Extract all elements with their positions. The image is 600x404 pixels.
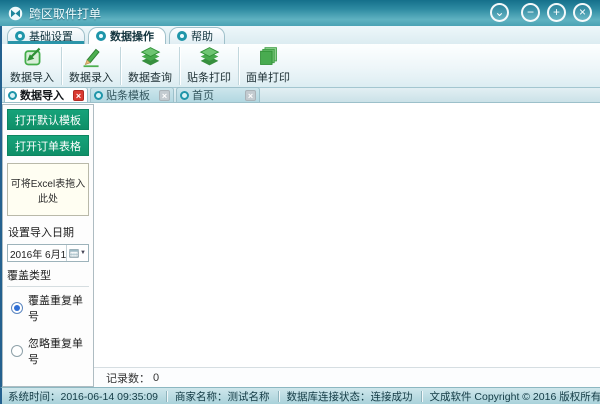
status-db-connection: 数据库连接状态：连接成功 [286,390,413,403]
tab-dot-icon [15,31,25,41]
record-count-label: 记录数： [106,372,150,385]
import-panel: 打开默认模板 打开订单表格 可将Excel表拖入此处 设置导入日期 2016年 … [2,104,94,404]
tab-dot-icon [96,31,106,41]
open-default-template-button[interactable]: 打开默认模板 [7,109,89,130]
tab-dot-icon [94,90,103,100]
pages-icon [259,46,277,65]
statusbar-separator [166,390,167,402]
toolbar-label: 数据录入 [69,71,113,84]
doc-tab-label-template[interactable]: 贴条模板 × [90,87,174,102]
toolbar-button-data-import[interactable]: 数据导入 [4,45,60,87]
toolbar-separator [179,46,180,85]
toolbar-separator [238,46,239,85]
toolbar-label: 面单打印 [246,71,290,84]
titlebar: 跨区取件打单 ⌄ − + × [0,0,600,26]
import-icon [24,47,40,65]
window-title: 跨区取件打单 [29,6,102,21]
app-window: 跨区取件打单 ⌄ − + × 基础设置 数据操作 帮助 数据导入 数据录入 数据… [0,0,600,404]
tab-label: 数据操作 [110,31,154,43]
toolbar-button-data-entry[interactable]: 数据录入 [63,45,119,87]
radio-label: 覆盖重复单号 [28,295,83,323]
doc-tab-home[interactable]: 首页 × [176,87,260,102]
toolbar-label: 数据查询 [128,71,172,84]
import-date-picker[interactable]: 2016年 6月14日 ▼ [7,244,89,262]
radio-label: 忽略重复单号 [28,338,83,366]
status-system-time: 系统时间：2016-06-14 09:35:09 [8,390,158,403]
main-area: 记录数： 0 [94,103,600,387]
close-icon[interactable]: × [159,89,170,101]
tab-basic-settings[interactable]: 基础设置 [7,27,85,44]
app-logo-icon [8,6,23,20]
radio-ignore-duplicates[interactable]: 忽略重复单号 [11,335,89,367]
window-frame: 基础设置 数据操作 帮助 数据导入 数据录入 数据查询 贴条打印 面单打印 数据… [0,26,600,404]
tab-dot-icon [8,90,17,100]
overwrite-type-label: 覆盖类型 [7,267,89,287]
layers-icon [199,46,219,65]
chevron-down-icon: ▼ [80,250,86,256]
layers-icon [140,46,160,65]
statusbar-separator [277,390,279,402]
radio-selected-icon[interactable] [11,302,23,314]
overwrite-type-group: 覆盖类型 覆盖重复单号 忽略重复单号 [7,267,89,378]
status-merchant-name: 商家名称：测试名称 [175,390,270,403]
maximize-button[interactable]: + [547,3,566,22]
date-value: 2016年 6月14日 [10,249,67,261]
toolbar-separator [61,46,62,85]
close-icon[interactable]: × [245,89,256,101]
minimize-icon: − [526,5,534,19]
toolbar-button-waybill-print[interactable]: 面单打印 [240,45,296,87]
record-count-bar: 记录数： 0 [94,367,600,387]
toolbar: 数据导入 数据录入 数据查询 贴条打印 面单打印 [2,44,600,88]
tab-label: 基础设置 [29,31,73,43]
status-copyright: 文成软件 Copyright © 2016 版权所有 [429,390,600,403]
toolbar-button-data-query[interactable]: 数据查询 [122,45,178,87]
tab-dot-icon [177,31,187,41]
content-area: 打开默认模板 打开订单表格 可将Excel表拖入此处 设置导入日期 2016年 … [2,103,600,404]
close-button[interactable]: × [573,3,592,22]
tab-data-operations[interactable]: 数据操作 [88,27,166,44]
doc-tab-label: 贴条模板 [106,90,150,102]
statusbar-separator [420,390,422,402]
chevron-down-icon: ⌄ [494,5,505,19]
close-icon: × [578,5,586,19]
doc-tab-label: 首页 [192,90,214,102]
toolbar-label: 数据导入 [10,71,54,84]
tab-help[interactable]: 帮助 [169,27,225,44]
radio-overwrite-duplicates[interactable]: 覆盖重复单号 [11,292,89,324]
minimize-button[interactable]: − [521,3,540,22]
calendar-icon [69,249,79,258]
excel-drop-zone[interactable]: 可将Excel表拖入此处 [7,163,89,216]
tab-label: 帮助 [191,31,213,43]
window-controls: ⌄ − + × [490,3,592,22]
pencil-icon [83,48,100,67]
toolbar-label: 贴条打印 [187,71,231,84]
record-count-value: 0 [153,371,160,384]
open-order-sheet-button[interactable]: 打开订单表格 [7,135,89,156]
statusbar: 系统时间：2016-06-14 09:35:09 商家名称：测试名称 数据库连接… [0,387,600,404]
collapse-ribbon-button[interactable]: ⌄ [490,3,509,22]
doc-tab-label: 数据导入 [20,90,64,102]
date-dropdown-button[interactable]: ▼ [66,245,88,261]
radio-unselected-icon[interactable] [11,345,23,357]
doc-tab-data-import[interactable]: 数据导入 × [4,87,88,102]
toolbar-button-label-print[interactable]: 贴条打印 [181,45,237,87]
toolbar-separator [120,46,121,85]
import-date-label: 设置导入日期 [8,227,74,239]
maximize-icon: + [552,5,560,19]
close-icon[interactable]: × [73,89,84,101]
tab-dot-icon [180,90,189,100]
document-tab-bar: 数据导入 × 贴条模板 × 首页 × [2,87,600,103]
ribbon-tab-bar: 基础设置 数据操作 帮助 [2,26,600,44]
